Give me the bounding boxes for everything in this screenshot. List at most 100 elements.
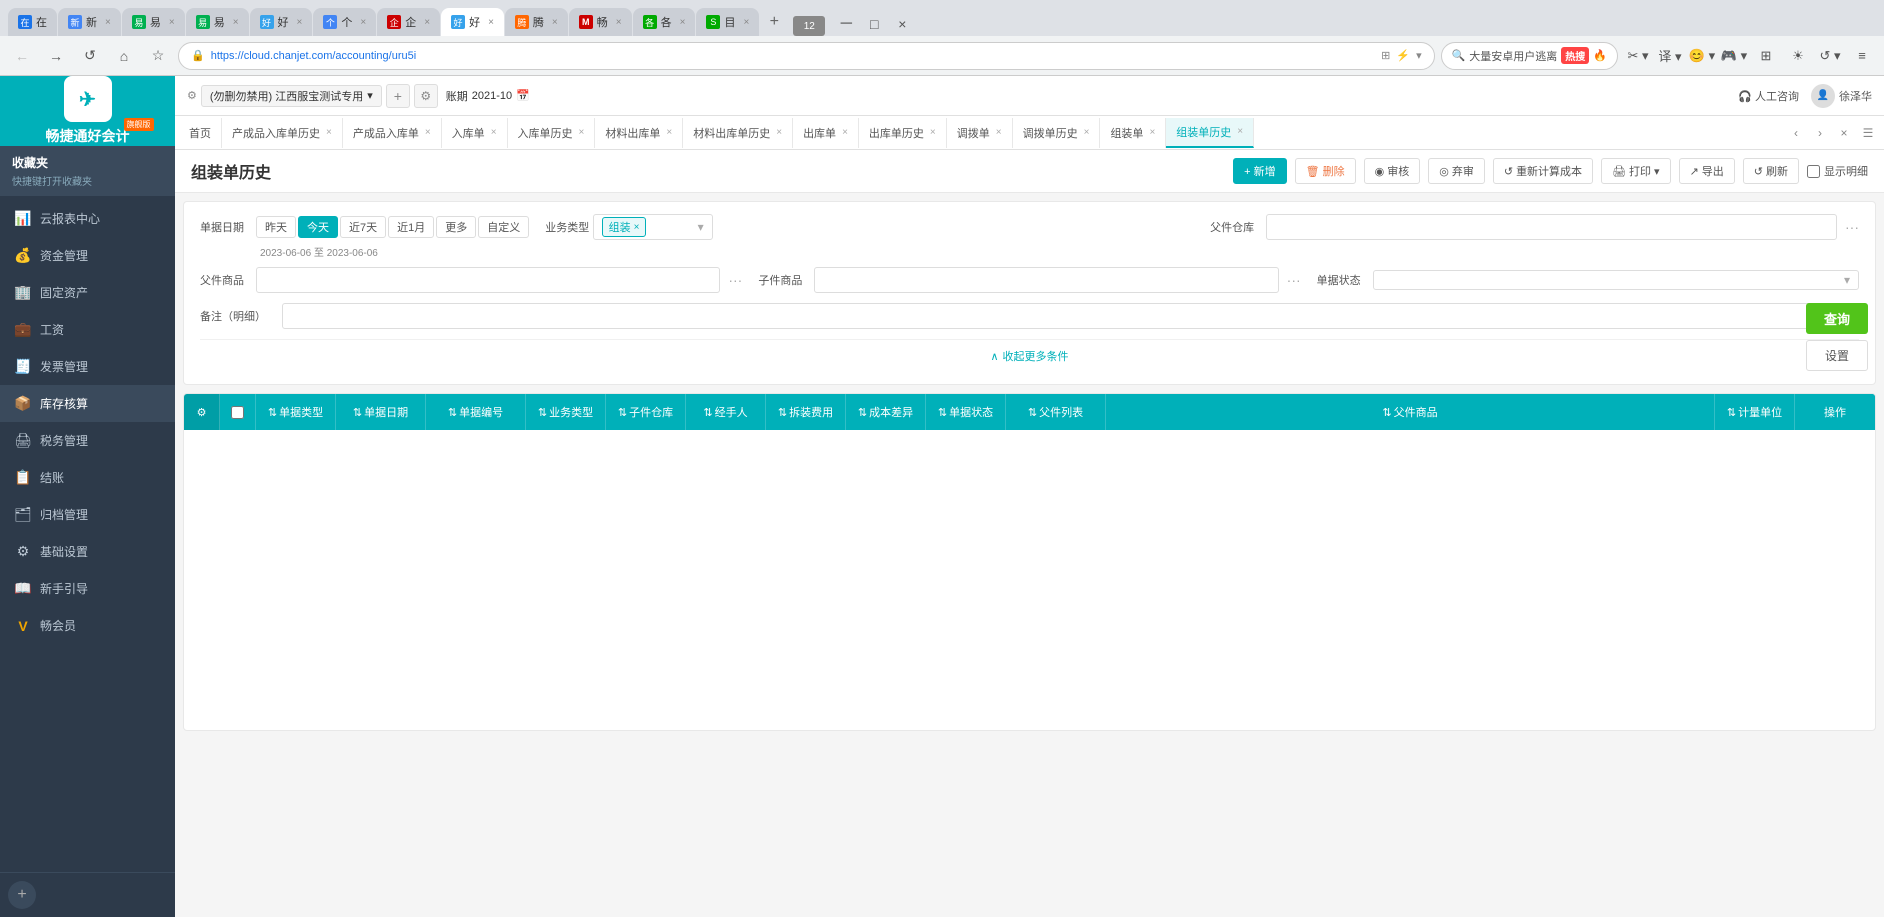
period-calendar-icon[interactable]: 📅	[516, 89, 530, 102]
delete-button[interactable]: 🗑 删除	[1295, 158, 1356, 184]
tab-allot[interactable]: 调拨单 ×	[947, 118, 1013, 148]
th-type[interactable]: ⇅ 单据类型	[256, 394, 336, 430]
audit-button[interactable]: ◉ 审核	[1364, 158, 1421, 184]
sidebar-item-fund[interactable]: 💰 资金管理	[0, 237, 175, 274]
settings-icon-topbar[interactable]: ⚙	[187, 89, 197, 102]
new-tab-button[interactable]: +	[760, 8, 788, 36]
browser-tab-3[interactable]: 易 易 ×	[122, 8, 185, 36]
tab-home[interactable]: 首页	[179, 118, 222, 148]
browser-tab-9[interactable]: 腾 腾 ×	[505, 8, 568, 36]
tab-production-in-history-close[interactable]: ×	[326, 127, 332, 138]
date-btn-7days[interactable]: 近7天	[340, 216, 386, 238]
refresh-button[interactable]: ↺ 刷新	[1743, 158, 1799, 184]
biz-type-selector[interactable]: 组装 × ▾	[593, 214, 713, 240]
display-detail-checkbox[interactable]: 显示明细	[1807, 163, 1868, 179]
sidebar-add-btn[interactable]: +	[8, 881, 36, 909]
warehouse-dots[interactable]: ···	[1845, 219, 1859, 235]
tab-close-8[interactable]: ×	[488, 17, 494, 28]
sidebar-item-inventory[interactable]: 📦 库存核算	[0, 385, 175, 422]
tab-nav-prev[interactable]: ‹	[1784, 121, 1808, 145]
more-btn[interactable]: ≡	[1848, 42, 1876, 70]
home-button[interactable]: ⌂	[110, 42, 138, 70]
browser-tab-8[interactable]: 好 好 ×	[441, 8, 504, 36]
scissors-btn[interactable]: ✂ ▾	[1624, 42, 1652, 70]
th-parent-list[interactable]: ⇅ 父件列表	[1006, 394, 1106, 430]
th-settings[interactable]: ⚙	[184, 394, 220, 430]
maximize-button[interactable]: □	[862, 12, 886, 36]
user-menu[interactable]: 👤 徐泽华	[1811, 84, 1872, 108]
tab-out-order-close[interactable]: ×	[842, 127, 848, 138]
sidebar-item-guide[interactable]: 📖 新手引导	[0, 570, 175, 607]
unaudit-button[interactable]: ◎ 弃审	[1428, 158, 1485, 184]
export-button[interactable]: ↗ 导出	[1679, 158, 1735, 184]
tab-close-2[interactable]: ×	[105, 17, 111, 28]
tab-close-5[interactable]: ×	[297, 17, 303, 28]
tab-production-in[interactable]: 产成品入库单 ×	[343, 118, 442, 148]
th-cost-diff[interactable]: ⇅ 成本差异	[846, 394, 926, 430]
sidebar-item-archive[interactable]: 🗂 归档管理	[0, 496, 175, 533]
collapse-button[interactable]: ∧ 收起更多条件	[978, 344, 1080, 368]
address-dropdown[interactable]: ▾	[1416, 49, 1422, 62]
tab-close-6[interactable]: ×	[360, 17, 366, 28]
tab-nav-menu[interactable]: ☰	[1856, 121, 1880, 145]
child-goods-dots[interactable]: ···	[1287, 272, 1301, 288]
sidebar-item-settlement[interactable]: 📋 结账	[0, 459, 175, 496]
browser-tab-4[interactable]: 易 易 ×	[186, 8, 249, 36]
game-btn[interactable]: 🎮 ▾	[1720, 42, 1748, 70]
sidebar-item-salary[interactable]: 💼 工资	[0, 311, 175, 348]
date-btn-more[interactable]: 更多	[436, 216, 476, 238]
grid-btn[interactable]: ⊞	[1752, 42, 1780, 70]
settings-filter-button[interactable]: 设置	[1806, 340, 1868, 371]
tab-assembly[interactable]: 组装单 ×	[1100, 118, 1166, 148]
tab-close-3[interactable]: ×	[169, 17, 175, 28]
browser-tab-11[interactable]: 各 各 ×	[633, 8, 696, 36]
sidebar-item-member[interactable]: V 畅会员	[0, 607, 175, 644]
tab-production-in-history[interactable]: 产成品入库单历史 ×	[222, 118, 343, 148]
tab-in-history-close[interactable]: ×	[579, 127, 585, 138]
tab-allot-history-close[interactable]: ×	[1084, 127, 1090, 138]
recalculate-button[interactable]: ↺ 重新计算成本	[1493, 158, 1593, 184]
tab-material-out-history-close[interactable]: ×	[776, 127, 782, 138]
address-bar[interactable]: 🔒 https://cloud.chanjet.com/accounting/u…	[178, 42, 1435, 70]
tab-close-7[interactable]: ×	[424, 17, 430, 28]
warehouse-input[interactable]	[1266, 214, 1837, 240]
bookmark-shortcut[interactable]: 快捷键打开收藏夹	[12, 173, 163, 188]
add-company-btn[interactable]: +	[386, 84, 410, 108]
th-handler[interactable]: ⇅ 经手人	[686, 394, 766, 430]
sidebar-item-invoice[interactable]: 🧾 发票管理	[0, 348, 175, 385]
tab-nav-close-all[interactable]: ×	[1832, 121, 1856, 145]
tab-out-history[interactable]: 出库单历史 ×	[859, 118, 947, 148]
qr-icon[interactable]: ⊞	[1381, 49, 1390, 62]
th-unit[interactable]: ⇅ 计量单位	[1715, 394, 1795, 430]
browser-tab-5[interactable]: 好 好 ×	[250, 8, 313, 36]
company-settings-btn[interactable]: ⚙	[414, 84, 438, 108]
translate-btn[interactable]: 译 ▾	[1656, 42, 1684, 70]
tab-close-11[interactable]: ×	[680, 17, 686, 28]
select-all-checkbox[interactable]	[231, 406, 244, 419]
tab-close-9[interactable]: ×	[552, 17, 558, 28]
browser-tab-1[interactable]: 在 在	[8, 8, 57, 36]
emoji-btn[interactable]: 😊 ▾	[1688, 42, 1716, 70]
minimize-button[interactable]: ─	[834, 12, 858, 36]
date-btn-today[interactable]: 今天	[298, 216, 338, 238]
sidebar-item-fixed-assets[interactable]: 🏢 固定资产	[0, 274, 175, 311]
tab-in-order-close[interactable]: ×	[491, 127, 497, 138]
th-date[interactable]: ⇅ 单据日期	[336, 394, 426, 430]
search-box[interactable]: 🔍 大量安卓用户逃离 热搜 🔥	[1441, 42, 1618, 70]
tab-material-out[interactable]: 材料出库单 ×	[595, 118, 683, 148]
browser-tab-10[interactable]: M 畅 ×	[569, 8, 632, 36]
parent-goods-input[interactable]	[256, 267, 720, 293]
support-link[interactable]: 🎧 人工咨询	[1738, 88, 1799, 104]
browser-tab-12[interactable]: S 目 ×	[696, 8, 759, 36]
browser-tab-2[interactable]: 新 新 ×	[58, 8, 121, 36]
tab-nav-next[interactable]: ›	[1808, 121, 1832, 145]
tab-production-in-close[interactable]: ×	[425, 127, 431, 138]
tab-close-12[interactable]: ×	[743, 17, 749, 28]
star-button[interactable]: ☆	[144, 42, 172, 70]
parent-goods-dots[interactable]: ···	[728, 272, 742, 288]
query-button[interactable]: 查询	[1806, 303, 1868, 334]
tab-out-order[interactable]: 出库单 ×	[793, 118, 859, 148]
th-biz-type[interactable]: ⇅ 业务类型	[526, 394, 606, 430]
reload-button[interactable]: ↺	[76, 42, 104, 70]
tab-assembly-history-close[interactable]: ×	[1237, 126, 1243, 137]
